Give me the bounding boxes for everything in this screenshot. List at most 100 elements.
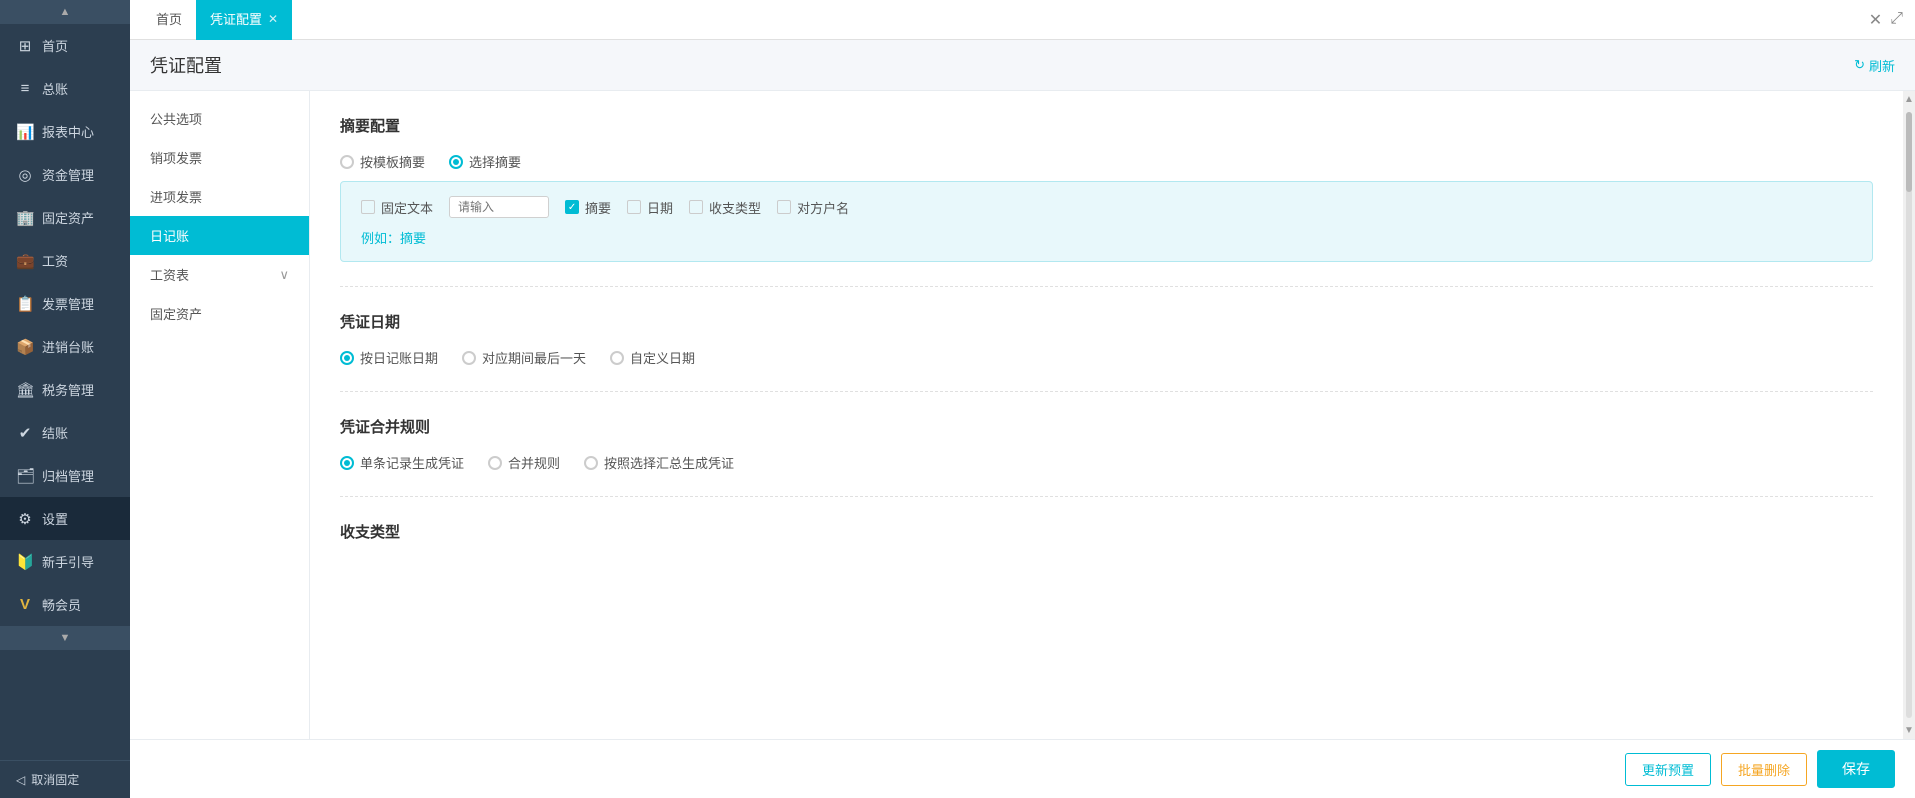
merge-title: 凭证合并规则 [340,416,1873,437]
merge-radio-group: 单条记录生成凭证 合并规则 按照选择汇总生成凭证 [340,453,1873,472]
sidebar-item-label: 工资 [42,251,68,270]
left-nav-purchase-invoice[interactable]: 进项发票 [130,177,309,216]
sidebar-item-label: 税务管理 [42,380,94,399]
sidebar-item-archive[interactable]: 🗂 归档管理 [0,454,130,497]
merge-radio-single-circle [340,456,354,470]
tab-voucher-config[interactable]: 凭证配置 ✕ [196,0,292,40]
merge-radio-merge-rule[interactable]: 合并规则 [488,453,560,472]
checkout-icon: ✔ [16,424,34,442]
date-section: 凭证日期 按日记账日期 对应期间最后一天 自定义日期 [340,311,1873,392]
date-radio-period-last[interactable]: 对应期间最后一天 [462,348,586,367]
update-preview-button[interactable]: 更新预置 [1625,753,1711,786]
checkbox-date-label: 日期 [647,198,673,217]
date-radio-custom-label: 自定义日期 [630,348,695,367]
date-title: 凭证日期 [340,311,1873,332]
tab-home[interactable]: 首页 [142,0,196,40]
sidebar-item-fixed-assets[interactable]: 🏢 固定资产 [0,196,130,239]
date-radio-period-last-circle [462,351,476,365]
sidebar-item-label: 固定资产 [42,208,94,227]
archive-icon: 🗂 [16,467,34,485]
assets-icon: 🏢 [16,209,34,227]
save-button[interactable]: 保存 [1817,750,1895,788]
chevron-down-icon: ∨ [279,267,289,283]
checkbox-income-type[interactable]: 收支类型 [689,198,761,217]
sidebar-item-label: 报表中心 [42,122,94,141]
left-nav-public-label: 公共选项 [150,109,202,128]
sidebar-item-purchase-sales[interactable]: 📦 进销台账 [0,325,130,368]
sidebar-item-label: 畅会员 [42,595,81,614]
refresh-label: 刷新 [1869,56,1895,75]
left-nav-journal-label: 日记账 [150,226,189,245]
left-nav-public[interactable]: 公共选项 [130,99,309,138]
date-radio-journal-circle [340,351,354,365]
left-nav: 公共选项 销项发票 进项发票 日记账 工资表 ∨ 固定资产 [130,91,310,739]
refresh-button[interactable]: ↻ 刷新 [1854,56,1895,75]
left-nav-payroll-label: 工资表 [150,265,189,284]
summary-title: 摘要配置 [340,115,1873,136]
left-nav-journal[interactable]: 日记账 [130,216,309,255]
merge-radio-aggregate-label: 按照选择汇总生成凭证 [604,453,734,472]
sidebar-item-label: 进销台账 [42,337,94,356]
summary-radio-select[interactable]: 选择摘要 [449,152,521,171]
scrollbar[interactable]: ▲ ▼ [1903,91,1915,739]
sidebar-item-checkout[interactable]: ✔ 结账 [0,411,130,454]
left-nav-fixed-assets[interactable]: 固定资产 [130,294,309,333]
sidebar-item-tax[interactable]: 🏛 税务管理 [0,368,130,411]
income-section: 收支类型 [340,521,1873,542]
purchase-icon: 📦 [16,338,34,356]
page-header: 凭证配置 ↻ 刷新 [130,40,1915,91]
window-expand-icon[interactable]: ⤢ [1890,10,1903,30]
content-area: 公共选项 销项发票 进项发票 日记账 工资表 ∨ 固定资产 摘要配置 [130,91,1915,739]
merge-section: 凭证合并规则 单条记录生成凭证 合并规则 按照选择汇总生成凭证 [340,416,1873,497]
sidebar-item-home[interactable]: ⊞ 首页 [0,24,130,67]
fund-icon: ◎ [16,166,34,184]
merge-radio-single[interactable]: 单条记录生成凭证 [340,453,464,472]
merge-radio-aggregate[interactable]: 按照选择汇总生成凭证 [584,453,734,472]
sidebar-item-guide[interactable]: 🔰 新手引导 [0,540,130,583]
date-radio-custom[interactable]: 自定义日期 [610,348,695,367]
checkbox-summary[interactable]: ✓ 摘要 [565,198,611,217]
sidebar-unpin-button[interactable]: ◁ 取消固定 [0,760,130,798]
left-nav-sales-label: 销项发票 [150,148,202,167]
tab-bar-actions: ✕ ⤢ [1869,10,1903,30]
ledger-icon: ≡ [16,80,34,97]
summary-example: 例如：摘要 [361,228,1852,247]
batch-delete-button[interactable]: 批量删除 [1721,753,1807,786]
scroll-down-arrow[interactable]: ▼ [1901,722,1915,739]
sidebar-item-vip[interactable]: V 畅会员 [0,583,130,626]
sidebar-item-settings[interactable]: ⚙ 设置 [0,497,130,540]
sidebar-item-fund-management[interactable]: ◎ 资金管理 [0,153,130,196]
sidebar-item-invoice[interactable]: 📋 发票管理 [0,282,130,325]
window-close-icon[interactable]: ✕ [1869,10,1882,30]
salary-icon: 💼 [16,252,34,270]
tab-home-label: 首页 [156,9,182,28]
tab-close-icon[interactable]: ✕ [268,12,278,26]
scroll-track [1906,112,1912,718]
summary-config-box: 固定文本 ✓ 摘要 日期 收支类型 [340,181,1873,262]
summary-radio-template[interactable]: 按模板摘要 [340,152,425,171]
guide-icon: 🔰 [16,553,34,571]
main-area: 首页 凭证配置 ✕ ✕ ⤢ 凭证配置 ↻ 刷新 公共选项 销项发票 进项 [130,0,1915,798]
summary-section: 摘要配置 按模板摘要 选择摘要 固定文本 [340,115,1873,287]
checkbox-income-type-label: 收支类型 [709,198,761,217]
summary-checkbox-row: 固定文本 ✓ 摘要 日期 收支类型 [361,196,1852,218]
fixed-text-input[interactable] [449,196,549,218]
checkbox-date[interactable]: 日期 [627,198,673,217]
unpin-label: 取消固定 [31,771,79,788]
sidebar-item-label: 资金管理 [42,165,94,184]
date-radio-journal[interactable]: 按日记账日期 [340,348,438,367]
sidebar-item-salary[interactable]: 💼 工资 [0,239,130,282]
scroll-up-arrow[interactable]: ▲ [1901,91,1915,108]
sidebar-scroll-down[interactable]: ▼ [0,626,130,650]
checkbox-counterpart-name[interactable]: 对方户名 [777,198,849,217]
left-nav-payroll[interactable]: 工资表 ∨ [130,255,309,294]
checkbox-fixed-text[interactable]: 固定文本 [361,198,433,217]
sidebar-item-report-center[interactable]: 📊 报表中心 [0,110,130,153]
sidebar-item-general-ledger[interactable]: ≡ 总账 [0,67,130,110]
date-radio-custom-circle [610,351,624,365]
sidebar-scroll-up[interactable]: ▲ [0,0,130,24]
report-icon: 📊 [16,123,34,141]
left-nav-sales-invoice[interactable]: 销项发票 [130,138,309,177]
date-radio-journal-label: 按日记账日期 [360,348,438,367]
checkbox-fixed-text-box [361,200,375,214]
